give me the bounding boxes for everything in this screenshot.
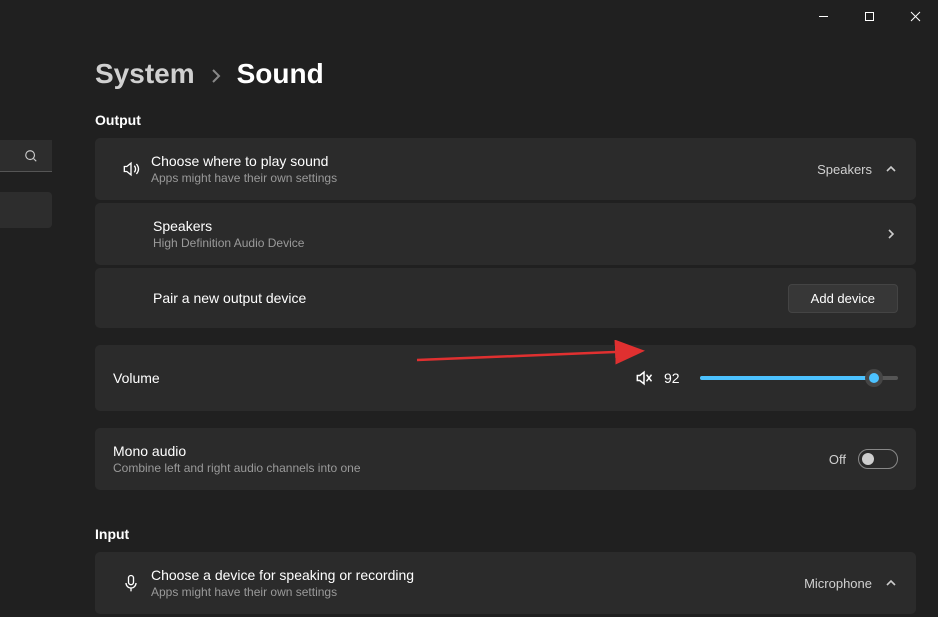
- chevron-right-icon: [884, 227, 898, 241]
- input-current-device: Microphone: [804, 576, 872, 591]
- row-subtitle: High Definition Audio Device: [153, 236, 884, 250]
- add-device-button[interactable]: Add device: [788, 284, 898, 313]
- breadcrumb-current: Sound: [237, 58, 324, 90]
- output-current-device: Speakers: [817, 162, 872, 177]
- output-heading: Output: [95, 112, 916, 128]
- chevron-up-icon: [884, 162, 898, 176]
- speaker-icon: [113, 159, 149, 179]
- volume-label: Volume: [113, 370, 160, 386]
- volume-value: 92: [664, 370, 690, 386]
- mono-audio-row: Mono audio Combine left and right audio …: [95, 428, 916, 490]
- sidebar: [0, 140, 52, 228]
- row-title: Choose where to play sound: [151, 153, 817, 169]
- volume-mute-icon[interactable]: [634, 368, 654, 388]
- output-destination-row[interactable]: Choose where to play sound Apps might ha…: [95, 138, 916, 200]
- microphone-icon: [113, 573, 149, 593]
- sidebar-item-active[interactable]: [0, 192, 52, 228]
- chevron-right-icon: [211, 58, 221, 90]
- volume-row: Volume 92: [95, 345, 916, 411]
- row-title: Pair a new output device: [153, 290, 788, 306]
- window-controls: [800, 0, 938, 32]
- pair-output-row: Pair a new output device Add device: [95, 268, 916, 328]
- search-icon: [24, 149, 38, 163]
- row-title: Choose a device for speaking or recordin…: [151, 567, 804, 583]
- row-title: Mono audio: [113, 443, 829, 459]
- minimize-button[interactable]: [800, 0, 846, 32]
- output-speakers-row[interactable]: Speakers High Definition Audio Device: [95, 203, 916, 265]
- close-button[interactable]: [892, 0, 938, 32]
- mono-audio-toggle[interactable]: [858, 449, 898, 469]
- search-input[interactable]: [0, 140, 52, 172]
- row-subtitle: Apps might have their own settings: [151, 171, 817, 185]
- row-subtitle: Combine left and right audio channels in…: [113, 461, 829, 475]
- input-heading: Input: [95, 526, 916, 542]
- volume-slider[interactable]: [700, 376, 898, 380]
- mono-state-label: Off: [829, 452, 846, 467]
- row-title: Speakers: [153, 218, 884, 234]
- breadcrumb: System Sound: [95, 58, 916, 90]
- input-device-row[interactable]: Choose a device for speaking or recordin…: [95, 552, 916, 614]
- chevron-up-icon: [884, 576, 898, 590]
- row-subtitle: Apps might have their own settings: [151, 585, 804, 599]
- breadcrumb-parent[interactable]: System: [95, 58, 195, 90]
- maximize-button[interactable]: [846, 0, 892, 32]
